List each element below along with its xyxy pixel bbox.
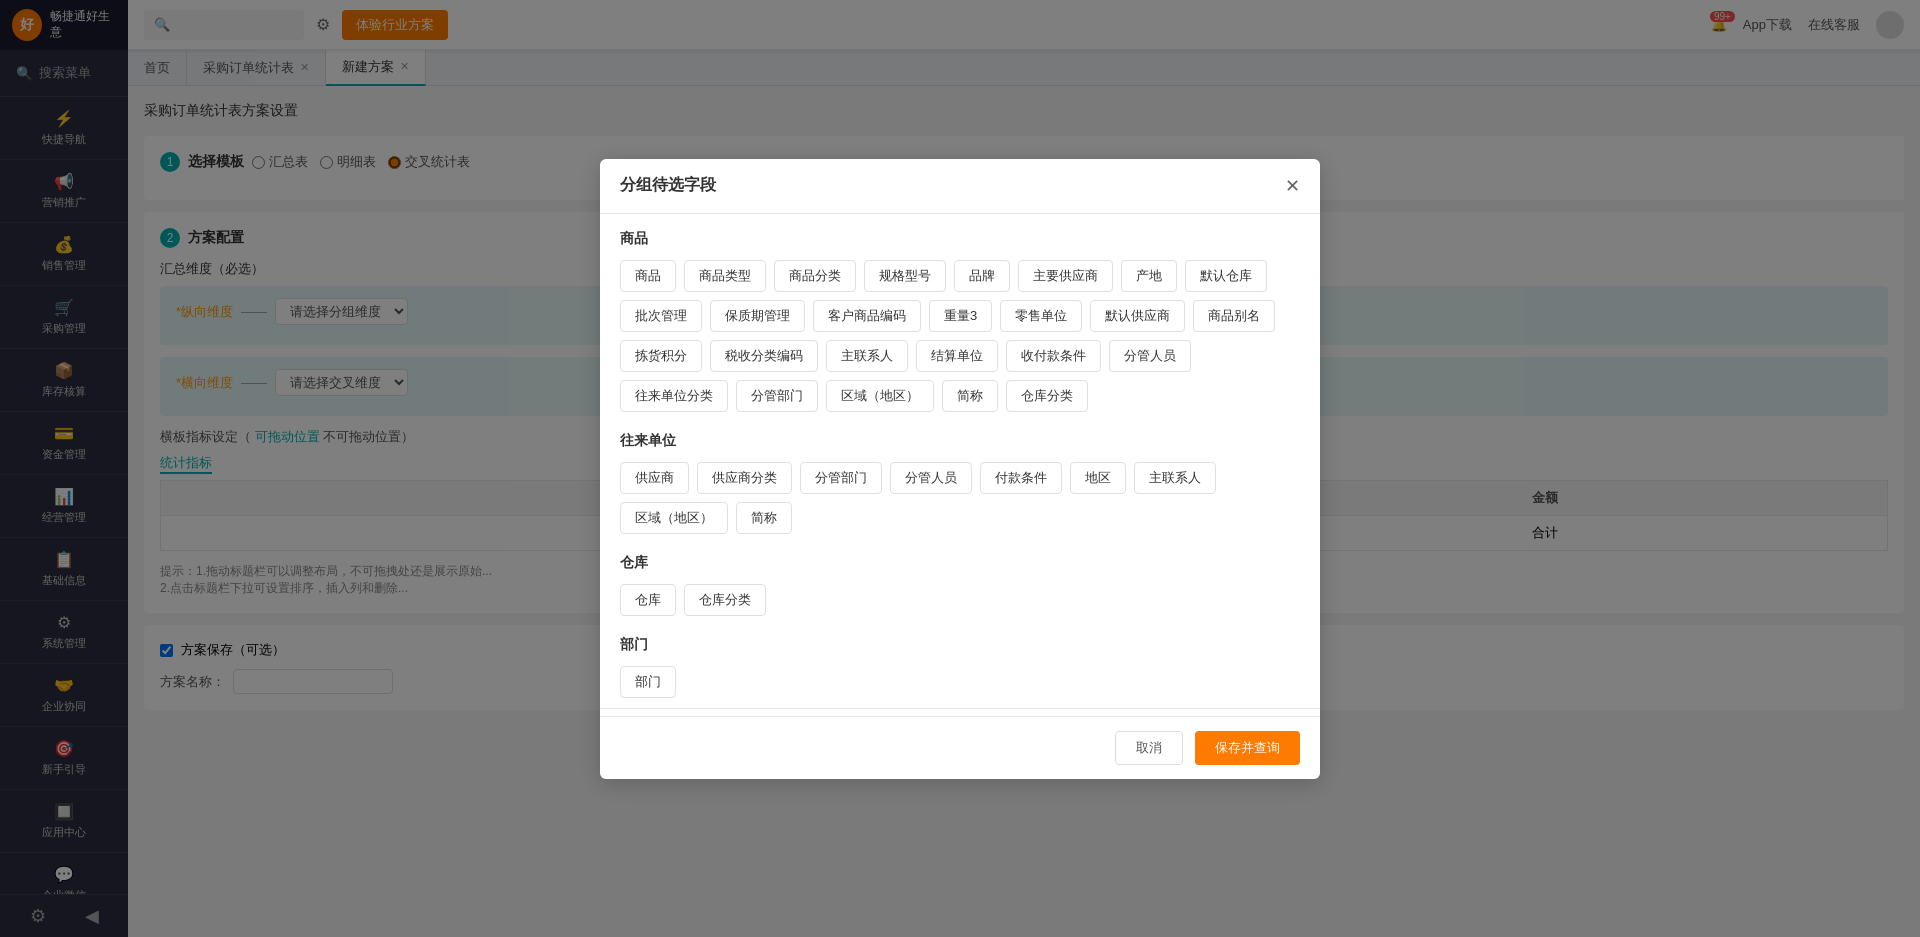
field-section-title-warehouse: 仓库 bbox=[620, 554, 1300, 572]
field-tag-商品别名[interactable]: 商品别名 bbox=[1193, 300, 1275, 332]
modal-title: 分组待选字段 bbox=[620, 175, 716, 196]
field-tag-往来单位分类[interactable]: 往来单位分类 bbox=[620, 380, 728, 412]
field-tag-商品类型[interactable]: 商品类型 bbox=[684, 260, 766, 292]
field-tag-拣货积分[interactable]: 拣货积分 bbox=[620, 340, 702, 372]
field-tag-部门[interactable]: 部门 bbox=[620, 666, 676, 698]
field-tag-结算单位[interactable]: 结算单位 bbox=[916, 340, 998, 372]
modal-close-button[interactable]: ✕ bbox=[1285, 175, 1300, 197]
field-tag-零售单位[interactable]: 零售单位 bbox=[1000, 300, 1082, 332]
field-tag-默认仓库[interactable]: 默认仓库 bbox=[1185, 260, 1267, 292]
confirm-button[interactable]: 保存并查询 bbox=[1195, 731, 1300, 765]
modal-horizontal-scrollbar[interactable] bbox=[600, 708, 1320, 716]
field-tag-付款条件[interactable]: 付款条件 bbox=[980, 462, 1062, 494]
field-tag-分管部门[interactable]: 分管部门 bbox=[800, 462, 882, 494]
field-tags-goods: 商品商品类型商品分类规格型号品牌主要供应商产地默认仓库批次管理保质期管理客户商品… bbox=[620, 260, 1300, 412]
field-tag-仓库分类[interactable]: 仓库分类 bbox=[684, 584, 766, 616]
field-tag-分管人员[interactable]: 分管人员 bbox=[1109, 340, 1191, 372]
field-section-warehouse: 仓库仓库仓库分类 bbox=[620, 554, 1300, 616]
field-tag-保质期管理[interactable]: 保质期管理 bbox=[710, 300, 805, 332]
field-tag-商品分类[interactable]: 商品分类 bbox=[774, 260, 856, 292]
modal: 分组待选字段 ✕ 商品商品商品类型商品分类规格型号品牌主要供应商产地默认仓库批次… bbox=[600, 159, 1320, 779]
field-tags-department: 部门 bbox=[620, 666, 1300, 698]
field-tag-收付款条件[interactable]: 收付款条件 bbox=[1006, 340, 1101, 372]
field-tag-产地[interactable]: 产地 bbox=[1121, 260, 1177, 292]
modal-footer: 取消 保存并查询 bbox=[600, 716, 1320, 779]
field-tag-主要供应商[interactable]: 主要供应商 bbox=[1018, 260, 1113, 292]
field-tag-默认供应商[interactable]: 默认供应商 bbox=[1090, 300, 1185, 332]
field-tag-重量3[interactable]: 重量3 bbox=[929, 300, 992, 332]
field-tag-供应商分类[interactable]: 供应商分类 bbox=[697, 462, 792, 494]
field-tags-warehouse: 仓库仓库分类 bbox=[620, 584, 1300, 616]
field-section-title-goods: 商品 bbox=[620, 230, 1300, 248]
field-tag-区域（地区）[interactable]: 区域（地区） bbox=[826, 380, 934, 412]
field-tag-简称[interactable]: 简称 bbox=[736, 502, 792, 534]
modal-overlay: 分组待选字段 ✕ 商品商品商品类型商品分类规格型号品牌主要供应商产地默认仓库批次… bbox=[0, 0, 1920, 937]
field-tag-商品[interactable]: 商品 bbox=[620, 260, 676, 292]
field-tag-仓库[interactable]: 仓库 bbox=[620, 584, 676, 616]
modal-header: 分组待选字段 ✕ bbox=[600, 159, 1320, 214]
field-tag-分管人员[interactable]: 分管人员 bbox=[890, 462, 972, 494]
field-tags-partner: 供应商供应商分类分管部门分管人员付款条件地区主联系人区域（地区）简称 bbox=[620, 462, 1300, 534]
field-section-title-partner: 往来单位 bbox=[620, 432, 1300, 450]
field-tag-批次管理[interactable]: 批次管理 bbox=[620, 300, 702, 332]
field-section-department: 部门部门 bbox=[620, 636, 1300, 698]
field-tag-分管部门[interactable]: 分管部门 bbox=[736, 380, 818, 412]
field-tag-品牌[interactable]: 品牌 bbox=[954, 260, 1010, 292]
field-tag-规格型号[interactable]: 规格型号 bbox=[864, 260, 946, 292]
field-tag-区域（地区）[interactable]: 区域（地区） bbox=[620, 502, 728, 534]
field-section-goods: 商品商品商品类型商品分类规格型号品牌主要供应商产地默认仓库批次管理保质期管理客户… bbox=[620, 230, 1300, 412]
field-tag-主联系人[interactable]: 主联系人 bbox=[826, 340, 908, 372]
field-tag-客户商品编码[interactable]: 客户商品编码 bbox=[813, 300, 921, 332]
field-tag-供应商[interactable]: 供应商 bbox=[620, 462, 689, 494]
modal-body[interactable]: 商品商品商品类型商品分类规格型号品牌主要供应商产地默认仓库批次管理保质期管理客户… bbox=[600, 214, 1320, 708]
field-tag-地区[interactable]: 地区 bbox=[1070, 462, 1126, 494]
field-section-partner: 往来单位供应商供应商分类分管部门分管人员付款条件地区主联系人区域（地区）简称 bbox=[620, 432, 1300, 534]
field-tag-税收分类编码[interactable]: 税收分类编码 bbox=[710, 340, 818, 372]
field-tag-仓库分类[interactable]: 仓库分类 bbox=[1006, 380, 1088, 412]
cancel-button[interactable]: 取消 bbox=[1115, 731, 1183, 765]
field-section-title-department: 部门 bbox=[620, 636, 1300, 654]
field-tag-主联系人[interactable]: 主联系人 bbox=[1134, 462, 1216, 494]
field-tag-简称[interactable]: 简称 bbox=[942, 380, 998, 412]
